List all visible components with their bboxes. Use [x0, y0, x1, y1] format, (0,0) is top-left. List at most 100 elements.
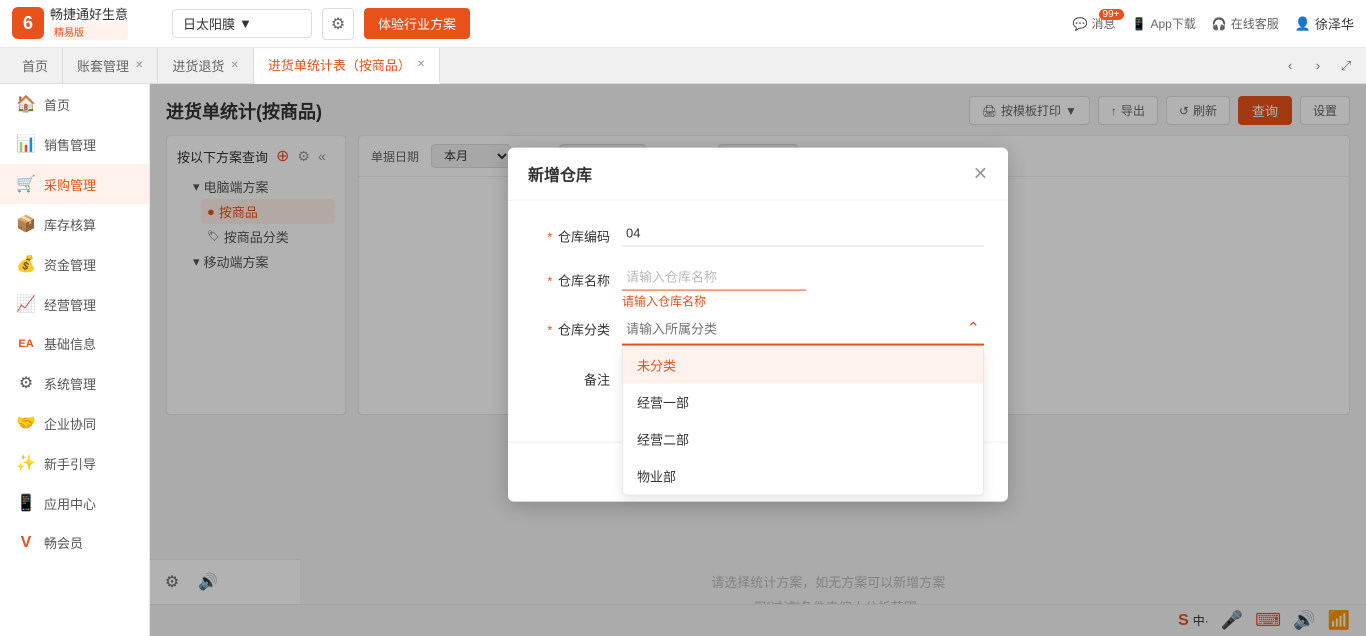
vip-icon: V [16, 534, 36, 552]
sidebar-enterprise-label: 企业协同 [44, 414, 96, 433]
tab-expand-icon[interactable]: ⤢ [1334, 54, 1358, 78]
message-icon: 💬 [1073, 17, 1088, 31]
category-dropdown: 未分类 经营一部 经营二部 物业部 [622, 346, 984, 496]
sidebar-home-label: 首页 [44, 95, 70, 114]
nav-right: 💬 消息 99+ 📱 App下载 🎧 在线客服 👤 徐泽华 [1073, 14, 1354, 33]
dropdown-item-dept1[interactable]: 经营一部 [623, 384, 983, 421]
sidebar-item-home[interactable]: 🏠 首页 [0, 84, 149, 124]
tab-home-label: 首页 [22, 56, 48, 75]
sidebar-apps-label: 应用中心 [44, 494, 96, 513]
tab-purchase-return-close[interactable]: ✕ [230, 60, 238, 71]
headset-icon: 🎧 [1212, 17, 1227, 31]
remarks-label: 备注 [532, 364, 622, 389]
top-navbar: 6 畅捷通好生意 精易版 日太阳膜 ▼ ⚙ 体验行业方案 💬 消息 99+ 📱 … [0, 0, 1366, 48]
settings-icon[interactable]: ⚙ [322, 8, 354, 40]
sidebar-item-guide[interactable]: ✨ 新手引导 [0, 443, 149, 483]
name-error-message: 请输入仓库名称 [622, 293, 706, 310]
trial-button[interactable]: 体验行业方案 [364, 8, 470, 39]
sidebar-item-basic[interactable]: EA 基础信息 [0, 324, 149, 363]
tab-bar: 首页 账套管理 ✕ 进货退货 ✕ 进货单统计表（按商品） ✕ ‹ › ⤢ [0, 48, 1366, 84]
tab-purchase-return-label: 进货退货 [172, 56, 224, 75]
content-area: 进货单统计(按商品) 🖨 按模板打印 ▼ ↑ 导出 ↺ 刷新 查询 设置 [150, 84, 1366, 636]
inventory-icon: 📦 [16, 214, 36, 234]
tab-home[interactable]: 首页 [8, 48, 63, 84]
online-service-item[interactable]: 🎧 在线客服 [1212, 15, 1279, 32]
app-download-item[interactable]: 📱 App下载 [1132, 15, 1196, 32]
name-label: * 仓库名称 [532, 265, 622, 290]
tab-accounts[interactable]: 账套管理 ✕ [63, 48, 158, 84]
sidebar-item-finance[interactable]: 💰 资金管理 [0, 244, 149, 284]
form-row-category: * 仓库分类 ⌃ 未分类 经营一部 经营二部 物业部 [532, 314, 984, 346]
modal-close-icon[interactable]: ✕ [973, 163, 988, 184]
enterprise-icon: 🤝 [16, 413, 36, 433]
sidebar-item-purchase[interactable]: 🛒 采购管理 [0, 164, 149, 204]
sidebar-item-enterprise[interactable]: 🤝 企业协同 [0, 403, 149, 443]
apps-icon: 📱 [16, 493, 36, 513]
basic-info-icon: EA [16, 338, 36, 350]
code-label: * 仓库编码 [532, 221, 622, 246]
sidebar-item-vip[interactable]: V 畅会员 [0, 523, 149, 562]
tab-prev-icon[interactable]: ‹ [1278, 54, 1302, 78]
code-input[interactable] [622, 221, 984, 247]
name-input[interactable] [622, 265, 806, 291]
sidebar-vip-label: 畅会员 [44, 533, 83, 552]
tab-accounts-close[interactable]: ✕ [135, 60, 143, 71]
dropdown-item-property[interactable]: 物业部 [623, 458, 983, 495]
store-name: 日太阳膜 [183, 14, 235, 33]
logo-area: 6 畅捷通好生意 精易版 [12, 7, 162, 41]
tab-purchase-return[interactable]: 进货退货 ✕ [158, 48, 253, 84]
category-arrow-icon[interactable]: ⌃ [967, 319, 980, 339]
sidebar-inventory-label: 库存核算 [44, 215, 96, 234]
tab-purchase-stats-label: 进货单统计表（按商品） [268, 55, 411, 74]
logo-icon: 6 [12, 7, 44, 39]
system-icon: ⚙ [16, 373, 36, 393]
sidebar-item-sales[interactable]: 📊 销售管理 [0, 124, 149, 164]
sidebar-item-operations[interactable]: 📈 经营管理 [0, 284, 149, 324]
user-info[interactable]: 👤 徐泽华 [1295, 14, 1354, 33]
sidebar-operations-label: 经营管理 [44, 295, 96, 314]
name-field-wrap [622, 265, 806, 291]
tab-purchase-stats-close[interactable]: ✕ [417, 59, 425, 70]
tab-purchase-stats[interactable]: 进货单统计表（按商品） ✕ [254, 48, 440, 84]
sidebar-item-apps[interactable]: 📱 应用中心 [0, 483, 149, 523]
category-input[interactable] [626, 321, 967, 336]
notification-badge: 99+ [1099, 9, 1124, 20]
form-row-code: * 仓库编码 [532, 221, 984, 247]
category-selector: ⌃ 未分类 经营一部 经营二部 物业部 [622, 314, 984, 346]
logo-text: 畅捷通好生意 [50, 7, 128, 24]
sidebar-item-system[interactable]: ⚙ 系统管理 [0, 363, 149, 403]
notification-item[interactable]: 💬 消息 99+ [1073, 15, 1116, 32]
guide-icon: ✨ [16, 453, 36, 473]
dropdown-item-uncategorized[interactable]: 未分类 [623, 347, 983, 384]
phone-icon: 📱 [1132, 17, 1147, 31]
required-star-name: * [547, 274, 552, 289]
operations-icon: 📈 [16, 294, 36, 314]
required-star-cat: * [547, 323, 552, 338]
add-warehouse-modal: 新增仓库 ✕ * 仓库编码 * 仓库名称 [508, 148, 1008, 502]
category-input-wrap: ⌃ [622, 314, 984, 346]
sidebar-purchase-label: 采购管理 [44, 175, 96, 194]
tab-next-icon[interactable]: › [1306, 54, 1330, 78]
finance-icon: 💰 [16, 254, 36, 274]
sidebar-system-label: 系统管理 [44, 374, 96, 393]
service-label: 在线客服 [1231, 15, 1279, 32]
purchase-icon: 🛒 [16, 174, 36, 194]
user-avatar-icon: 👤 [1295, 16, 1311, 32]
sidebar: 🏠 首页 📊 销售管理 🛒 采购管理 📦 库存核算 💰 资金管理 📈 经营管理 … [0, 84, 150, 636]
main-layout: 🏠 首页 📊 销售管理 🛒 采购管理 📦 库存核算 💰 资金管理 📈 经营管理 … [0, 84, 1366, 636]
sidebar-sales-label: 销售管理 [44, 135, 96, 154]
modal-body: * 仓库编码 * 仓库名称 [508, 201, 1008, 442]
category-label: * 仓库分类 [532, 314, 622, 339]
dropdown-item-dept2[interactable]: 经营二部 [623, 421, 983, 458]
home-icon: 🏠 [16, 94, 36, 114]
required-star: * [547, 230, 552, 245]
sidebar-finance-label: 资金管理 [44, 255, 96, 274]
store-selector[interactable]: 日太阳膜 ▼ [172, 9, 312, 38]
download-label: App下载 [1150, 15, 1195, 32]
modal-title: 新增仓库 [528, 162, 592, 186]
sidebar-item-inventory[interactable]: 📦 库存核算 [0, 204, 149, 244]
sidebar-guide-label: 新手引导 [44, 454, 96, 473]
logo-badge: 精易版 [50, 23, 128, 40]
username: 徐泽华 [1315, 14, 1354, 33]
form-row-name: * 仓库名称 请输入仓库名称 [532, 265, 984, 310]
